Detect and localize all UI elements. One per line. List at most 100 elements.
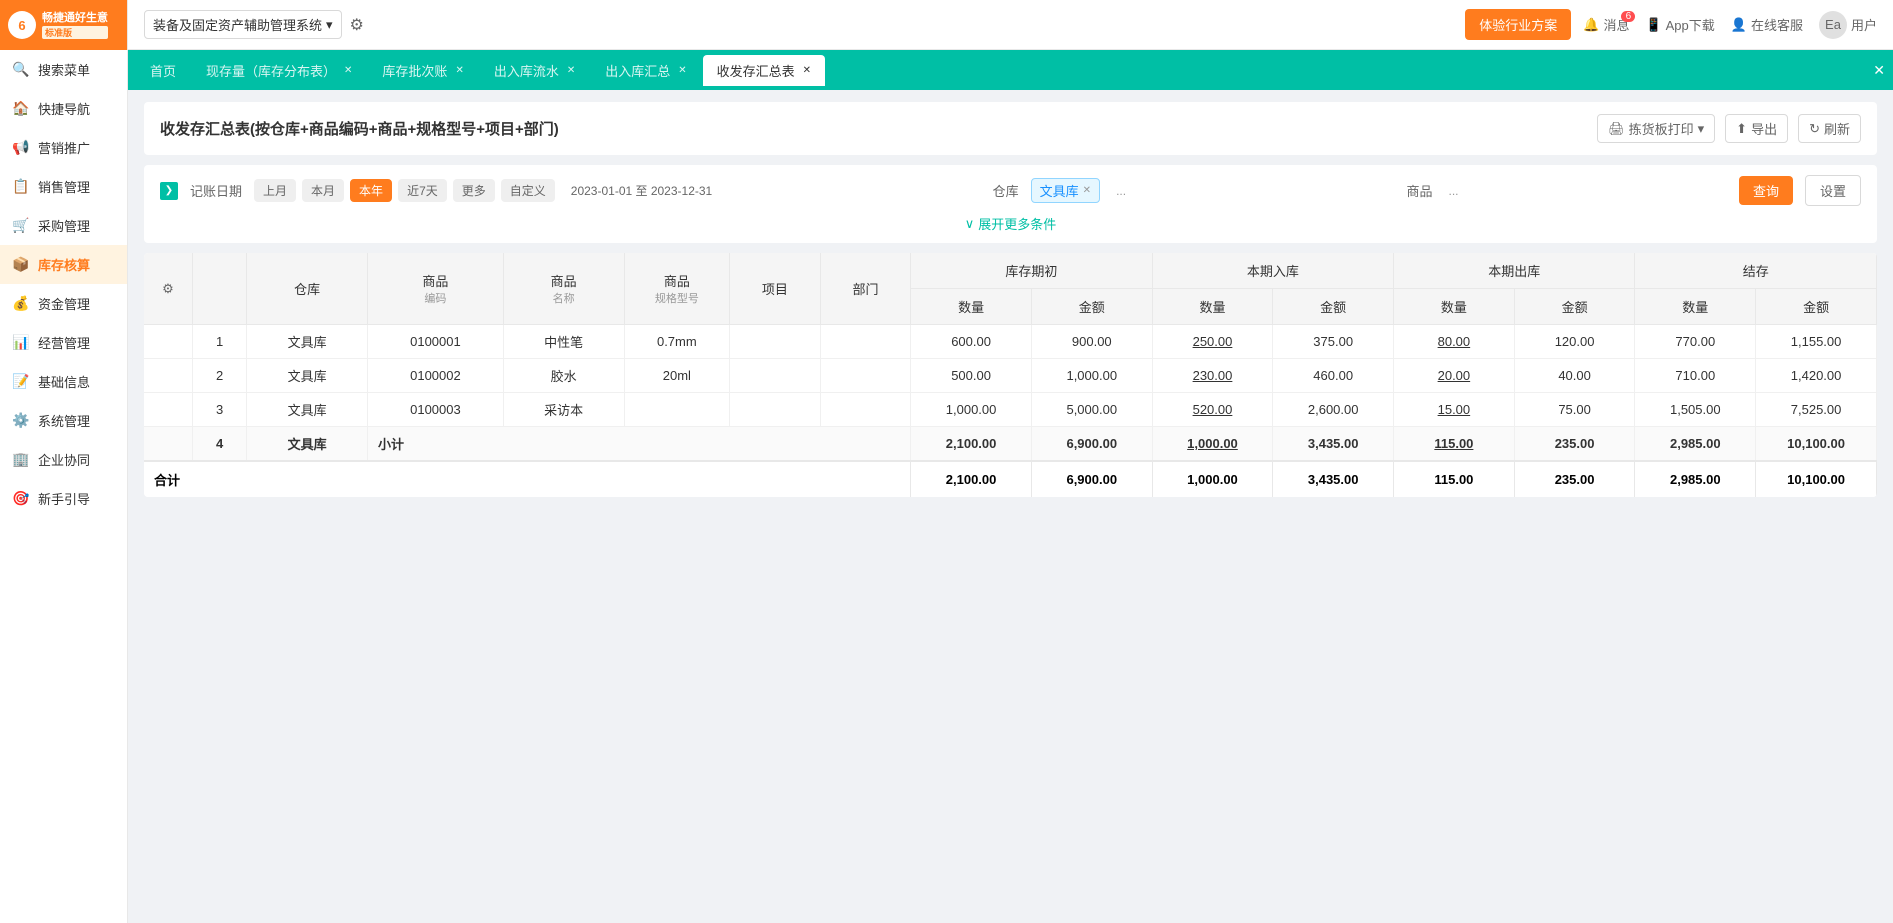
col-warehouse-header: 仓库 (247, 253, 368, 325)
sidebar-item-operations[interactable]: 📊 经营管理 (0, 323, 127, 362)
date-option-本月[interactable]: 本月 (302, 179, 344, 202)
warehouse-tag-close[interactable]: ✕ (1083, 185, 1091, 196)
close-all-tabs-button[interactable]: ✕ (1873, 62, 1885, 79)
tab-close-icon[interactable]: ✕ (678, 65, 686, 76)
sidebar-item-quick-nav[interactable]: 🏠 快捷导航 (0, 89, 127, 128)
date-option-上月[interactable]: 上月 (254, 179, 296, 202)
tab-close-icon[interactable]: ✕ (455, 65, 463, 76)
system-icon: ⚙️ (12, 412, 30, 430)
date-option-自定义[interactable]: 自定义 (501, 179, 555, 202)
col-name-header: 商品名称 (503, 253, 624, 325)
chevron-down-icon: ▾ (326, 17, 333, 33)
sidebar-item-sales[interactable]: 📋 销售管理 (0, 167, 127, 206)
in-qty-link[interactable]: 250.00 (1193, 334, 1233, 349)
bell-icon: 🔔 (1583, 17, 1599, 33)
date-range: 2023-01-01 至 2023-12-31 (571, 182, 712, 199)
marketing-icon: 📢 (12, 139, 30, 157)
out-qty-link[interactable]: 80.00 (1438, 334, 1471, 349)
online-service-button[interactable]: 👤 在线客服 (1731, 15, 1803, 34)
filter-row-date: ❯ 记账日期 上月本月本年近7天更多自定义 2023-01-01 至 2023-… (160, 175, 1861, 206)
col-out-header: 本期出库 (1394, 253, 1635, 289)
subtotal-in-amt: 3,435.00 (1273, 427, 1394, 462)
row-no: 1 (193, 325, 247, 359)
sidebar-item-purchase[interactable]: 🛒 采购管理 (0, 206, 127, 245)
tab-------[interactable]: 收发存汇总表✕ (703, 55, 825, 86)
row-project (730, 325, 821, 359)
page-actions: 🖨 拣货板打印 ▾ ⬆ 导出 ↻ 刷新 (1597, 114, 1861, 143)
tab-----------[interactable]: 现存量（库存分布表）✕ (192, 55, 366, 86)
user-button[interactable]: Ea 用户 (1819, 11, 1877, 39)
tab-close-icon[interactable]: ✕ (803, 65, 811, 76)
in-qty-link[interactable]: 230.00 (1193, 368, 1233, 383)
row-warehouse: 文具库 (247, 359, 368, 393)
sidebar-item-system[interactable]: ⚙️ 系统管理 (0, 401, 127, 440)
out-qty-link[interactable]: 20.00 (1438, 368, 1471, 383)
sidebar-item-label: 系统管理 (38, 411, 90, 430)
filter-settings-button[interactable]: 设置 (1805, 175, 1861, 206)
row-dept (820, 393, 911, 427)
col-in-header: 本期入库 (1152, 253, 1393, 289)
sidebar-item-marketing[interactable]: 📢 营销推广 (0, 128, 127, 167)
query-button[interactable]: 查询 (1739, 176, 1793, 205)
sidebar-item-label: 快捷导航 (38, 99, 90, 118)
date-option-本年[interactable]: 本年 (350, 179, 392, 202)
subtotal-closing-amt: 10,100.00 (1756, 427, 1877, 462)
refresh-button[interactable]: ↻ 刷新 (1798, 114, 1861, 143)
sidebar-item-inventory[interactable]: 📦 库存核算 (0, 245, 127, 284)
sidebar-item-label: 搜索菜单 (38, 60, 90, 79)
subtotal-opening-amt: 6,900.00 (1031, 427, 1152, 462)
col-code-header: 商品编码 (368, 253, 504, 325)
col-project-header: 项目 (730, 253, 821, 325)
filter-expand-icon[interactable]: ❯ (160, 182, 178, 200)
tab------[interactable]: 库存批次账✕ (368, 55, 477, 86)
row-name: 采访本 (503, 393, 624, 427)
in-qty-link[interactable]: 520.00 (1193, 402, 1233, 417)
row-opening-amt: 1,000.00 (1031, 359, 1152, 393)
row-settings (144, 359, 193, 393)
tab------[interactable]: 出入库流水✕ (480, 55, 589, 86)
tab-close-icon[interactable]: ✕ (344, 65, 352, 76)
column-settings-icon[interactable]: ⚙ (144, 253, 193, 325)
subtotal-in-qty-link[interactable]: 1,000.00 (1187, 436, 1238, 451)
sidebar-item-enterprise[interactable]: 🏢 企业协同 (0, 440, 127, 479)
row-dept (820, 325, 911, 359)
warehouse-label: 仓库 (993, 181, 1019, 200)
sidebar-item-label: 经营管理 (38, 333, 90, 352)
row-name: 中性笔 (503, 325, 624, 359)
tab------[interactable]: 出入库汇总✕ (591, 55, 700, 86)
table-row: 3 文具库 0100003 采访本 1,000.00 5,000.00 520.… (144, 393, 1877, 427)
service-icon: 👤 (1731, 17, 1747, 33)
subtotal-out-qty-link[interactable]: 115.00 (1434, 436, 1473, 451)
product-label: 商品 (1407, 181, 1433, 200)
sidebar-item-newbie[interactable]: 🎯 新手引导 (0, 479, 127, 518)
date-options: 上月本月本年近7天更多自定义 (254, 179, 555, 202)
date-option-更多[interactable]: 更多 (453, 179, 495, 202)
row-warehouse: 文具库 (247, 393, 368, 427)
date-option-近7天[interactable]: 近7天 (398, 179, 447, 202)
app-download-button[interactable]: 📱 App下载 (1645, 15, 1714, 34)
message-button[interactable]: 🔔 消息 6 (1583, 15, 1629, 34)
row-opening-amt: 5,000.00 (1031, 393, 1152, 427)
tab---[interactable]: 首页 (136, 55, 190, 86)
export-button[interactable]: ⬆ 导出 (1725, 114, 1788, 143)
expand-conditions-button[interactable]: ∨ 展开更多条件 (965, 214, 1057, 233)
sidebar-item-search[interactable]: 🔍 搜索菜单 (0, 50, 127, 89)
row-out-amt: 75.00 (1514, 393, 1635, 427)
footer-out-qty: 115.00 (1394, 461, 1515, 497)
print-button[interactable]: 🖨 拣货板打印 ▾ (1597, 114, 1715, 143)
out-qty-link[interactable]: 15.00 (1438, 402, 1471, 417)
row-code: 0100001 (368, 325, 504, 359)
sidebar-item-finance[interactable]: 💰 资金管理 (0, 284, 127, 323)
product-more[interactable]: ... (1449, 184, 1459, 198)
sidebar-item-label: 营销推广 (38, 138, 90, 157)
try-button[interactable]: 体验行业方案 (1465, 9, 1571, 40)
subtotal-closing-qty: 2,985.00 (1635, 427, 1756, 462)
col-dept-header: 部门 (820, 253, 911, 325)
settings-icon[interactable]: ⚙ (350, 15, 364, 35)
system-select[interactable]: 装备及固定资产辅助管理系统 ▾ (144, 10, 342, 39)
tab-close-icon[interactable]: ✕ (567, 65, 575, 76)
row-project (730, 359, 821, 393)
col-closing-amt-header: 金额 (1756, 289, 1877, 325)
warehouse-more[interactable]: ... (1116, 184, 1126, 198)
sidebar-item-basic-info[interactable]: 📝 基础信息 (0, 362, 127, 401)
